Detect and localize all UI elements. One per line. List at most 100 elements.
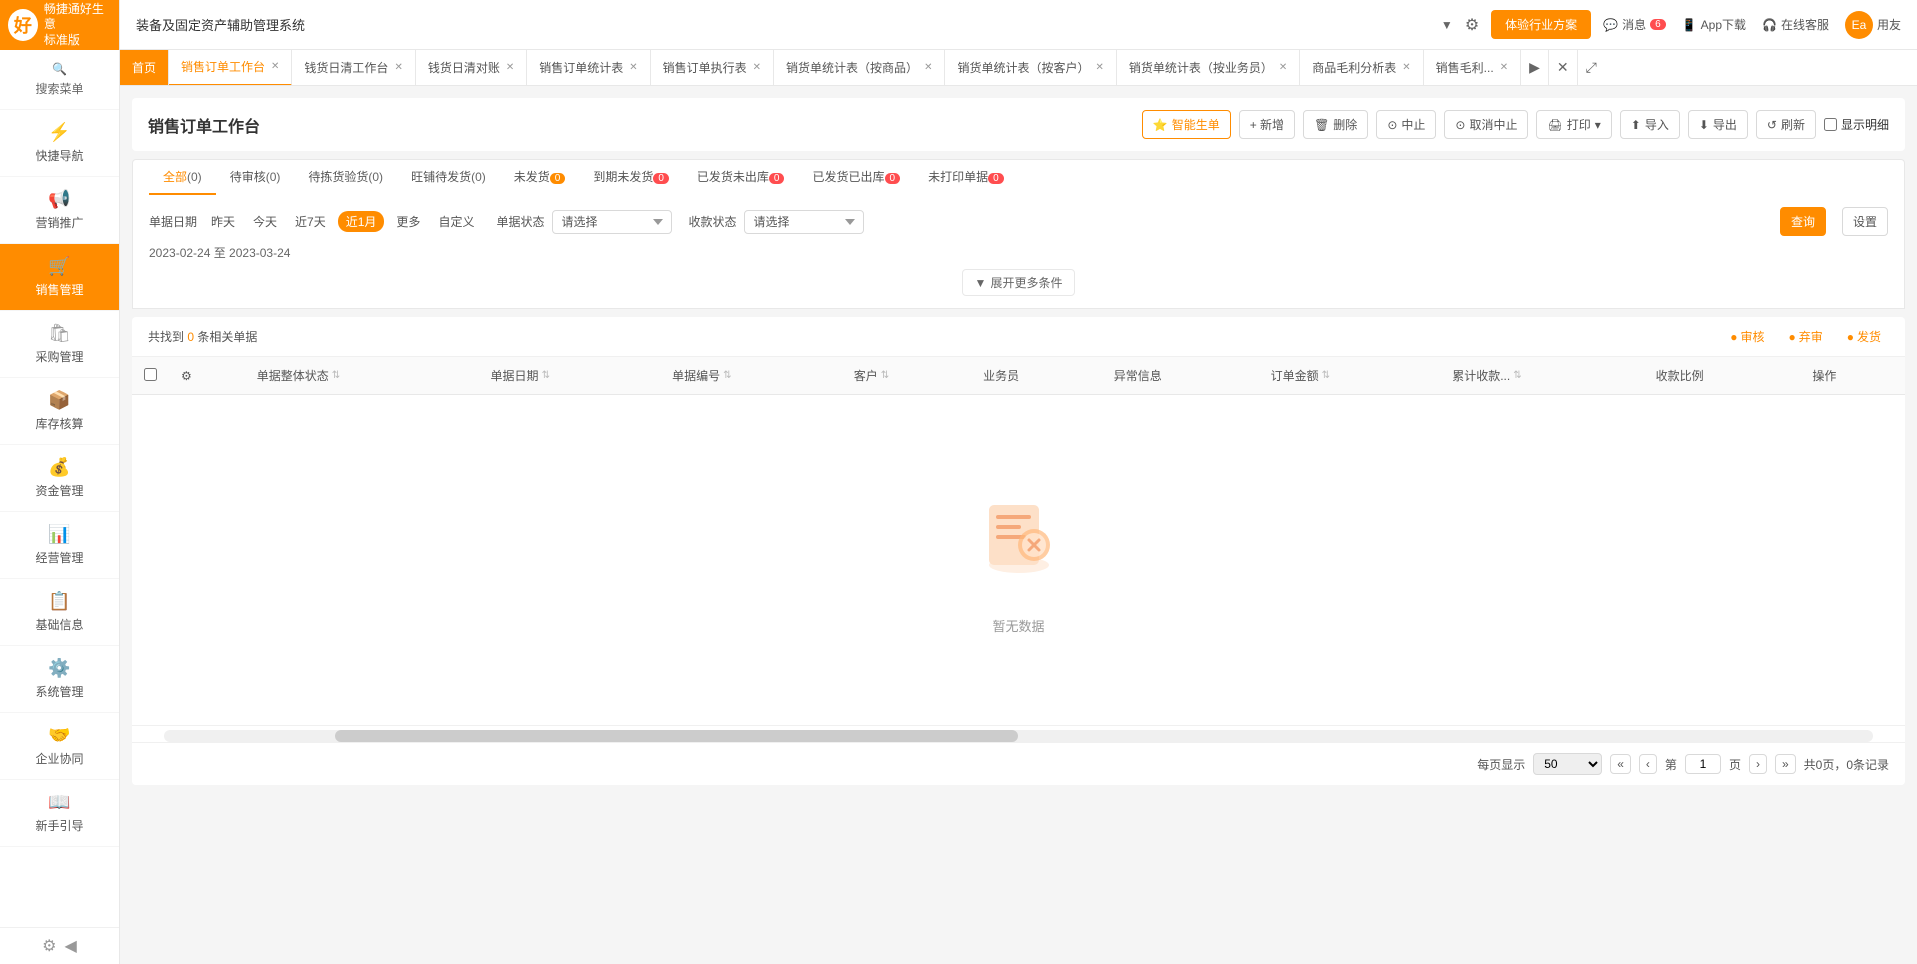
horizontal-scrollbar[interactable] (164, 730, 1873, 742)
tab-close-icon[interactable]: ✕ (1279, 62, 1287, 73)
collapse-btn[interactable]: ◀ (65, 936, 77, 956)
tab-close-icon[interactable]: ✕ (506, 62, 514, 73)
first-page-btn[interactable]: « (1610, 754, 1631, 774)
th-cumulative[interactable]: 累计收款... ⇅ (1440, 357, 1643, 395)
topbar-settings-icon[interactable]: ⚙ (1465, 15, 1479, 35)
tab-close-icon[interactable]: ✕ (1500, 62, 1508, 73)
th-amount-sort[interactable]: 订单金额 ⇅ (1271, 367, 1429, 384)
date-option-more[interactable]: 更多 (390, 211, 426, 232)
last-page-btn[interactable]: » (1775, 754, 1796, 774)
date-option-7days[interactable]: 近7天 (289, 211, 332, 232)
new-button[interactable]: + 新增 (1239, 110, 1295, 139)
tab-gross[interactable]: 商品毛利分析表 ✕ (1300, 50, 1423, 86)
filter-tab-shipped-not-out[interactable]: 已发货未出库0 (683, 160, 799, 195)
filter-tab-pending-review[interactable]: 待审核(0) (216, 160, 295, 195)
sidebar-item-operation[interactable]: 📊 经营管理 (0, 512, 119, 579)
tab-close-icon[interactable]: ✕ (394, 62, 402, 73)
filter-tab-wangpu[interactable]: 旺铺待发货(0) (397, 160, 500, 195)
date-option-today[interactable]: 今天 (247, 211, 283, 232)
sidebar-item-system[interactable]: ⚙️ 系统管理 (0, 646, 119, 713)
tab-summary-staff[interactable]: 销货单统计表（按业务员） ✕ (1117, 50, 1300, 86)
tab-close-icon[interactable]: ✕ (629, 62, 637, 73)
tab-close-icon[interactable]: ✕ (924, 62, 932, 73)
app-download-btn[interactable]: 📱 App下载 (1682, 16, 1746, 33)
settings-button[interactable]: 设置 (1842, 207, 1888, 236)
print-button[interactable]: 🖨 打印 ▾ (1536, 110, 1611, 139)
settings-footer-btn[interactable]: ⚙ (42, 936, 56, 956)
import-button[interactable]: ⬆ 导入 (1620, 110, 1680, 139)
th-cumulative-sort[interactable]: 累计收款... ⇅ (1452, 367, 1631, 384)
smart-order-button[interactable]: ⭐ 智能生单 (1142, 110, 1231, 139)
th-status[interactable]: 单据整体状态 ⇅ (245, 357, 479, 395)
date-option-yesterday[interactable]: 昨天 (205, 211, 241, 232)
tab-home[interactable]: 首页 (120, 50, 169, 86)
filter-tab-all[interactable]: 全部(0) (149, 160, 216, 195)
tab-summary-product[interactable]: 销货单统计表（按商品） ✕ (774, 50, 945, 86)
system-dropdown[interactable]: ▼ (1441, 18, 1453, 32)
sidebar-item-inventory[interactable]: 📦 库存核算 (0, 378, 119, 445)
cancel-stop-button[interactable]: ⊙ 取消中止 (1444, 110, 1528, 139)
sidebar-item-coop[interactable]: 🤝 企业协同 (0, 713, 119, 780)
tab-sales-exec[interactable]: 销售订单执行表 ✕ (651, 50, 774, 86)
tab-close-icon[interactable]: ✕ (271, 61, 279, 72)
next-page-btn[interactable]: › (1749, 754, 1767, 774)
tab-close-icon[interactable]: ✕ (1095, 62, 1103, 73)
tab-close-icon[interactable]: ✕ (1402, 62, 1410, 73)
expand-conditions-button[interactable]: ▼ 展开更多条件 (962, 269, 1076, 296)
show-detail-checkbox[interactable] (1824, 118, 1837, 131)
th-settings-icon[interactable]: ⚙ (181, 369, 192, 383)
status-select[interactable]: 请选择 (552, 210, 672, 234)
sidebar-item-purchase[interactable]: 🛍 采购管理 (0, 311, 119, 378)
prev-page-btn[interactable]: ‹ (1639, 754, 1657, 774)
query-button[interactable]: 查询 (1780, 207, 1826, 236)
tab-sales-detail[interactable]: 销售毛利... ✕ (1424, 50, 1521, 86)
tab-more-btn[interactable]: ▶ (1521, 50, 1549, 86)
th-date[interactable]: 单据日期 ⇅ (479, 357, 661, 395)
sidebar-item-guide[interactable]: 📖 新手引导 (0, 780, 119, 847)
ship-action-btn[interactable]: ● 发货 (1839, 325, 1889, 348)
tab-sales-order[interactable]: 销售订单工作台 ✕ (169, 50, 292, 86)
th-number-sort[interactable]: 单据编号 ⇅ (672, 367, 830, 384)
tab-fullscreen-btn[interactable]: ⤢ (1578, 50, 1605, 86)
date-option-1month[interactable]: 近1月 (338, 211, 385, 232)
show-detail-toggle[interactable]: 显示明细 (1824, 116, 1889, 133)
tab-sales-stats[interactable]: 销售订单统计表 ✕ (527, 50, 650, 86)
sidebar-item-quicknav[interactable]: ⚡ 快捷导航 (0, 110, 119, 177)
filter-tab-shipped-out[interactable]: 已发货已出库0 (798, 160, 914, 195)
filter-tab-unprinted[interactable]: 未打印单据0 (914, 160, 1018, 195)
th-status-sort[interactable]: 单据整体状态 ⇅ (257, 367, 467, 384)
sidebar-item-basic[interactable]: 📋 基础信息 (0, 579, 119, 646)
filter-tab-unshipped[interactable]: 未发货0 (500, 160, 580, 195)
export-button[interactable]: ⬇ 导出 (1688, 110, 1748, 139)
tab-summary-customer[interactable]: 销货单统计表（按客户） ✕ (945, 50, 1116, 86)
tab-cash-daily[interactable]: 钱货日清工作台 ✕ (292, 50, 415, 86)
sidebar-search[interactable]: 🔍 搜索菜单 (0, 50, 119, 110)
date-option-custom[interactable]: 自定义 (432, 211, 480, 232)
th-amount[interactable]: 订单金额 ⇅ (1259, 357, 1441, 395)
online-service-btn[interactable]: 🎧 在线客服 (1762, 16, 1829, 33)
sidebar-item-promo[interactable]: 📢 营销推广 (0, 177, 119, 244)
th-customer-sort[interactable]: 客户 ⇅ (854, 367, 959, 384)
payment-select[interactable]: 请选择 (744, 210, 864, 234)
page-input[interactable] (1685, 754, 1721, 774)
tab-cash-reconcile[interactable]: 钱货日清对账 ✕ (416, 50, 527, 86)
sidebar-item-sales[interactable]: 🛒 销售管理 (0, 244, 119, 311)
refresh-button[interactable]: ↺ 刷新 (1756, 110, 1816, 139)
filter-tab-expired[interactable]: 到期未发货0 (579, 160, 683, 195)
cancel-review-action-btn[interactable]: ● 弃审 (1780, 325, 1830, 348)
th-date-sort[interactable]: 单据日期 ⇅ (491, 367, 649, 384)
th-customer[interactable]: 客户 ⇅ (842, 357, 971, 395)
stop-button[interactable]: ⊙ 中止 (1376, 110, 1436, 139)
tab-close-icon[interactable]: ✕ (753, 62, 761, 73)
delete-button[interactable]: 🗑 删除 (1303, 110, 1368, 139)
message-btn[interactable]: 💬 消息 6 (1603, 16, 1666, 33)
select-all-checkbox[interactable] (144, 368, 157, 381)
solution-button[interactable]: 体验行业方案 (1491, 10, 1591, 39)
scrollbar-thumb[interactable] (335, 730, 1019, 742)
per-page-select[interactable]: 50 100 200 (1533, 753, 1602, 775)
user-menu[interactable]: Ea 用友 (1845, 11, 1901, 39)
tab-close-all-btn[interactable]: ✕ (1549, 50, 1578, 86)
th-number[interactable]: 单据编号 ⇅ (660, 357, 842, 395)
filter-tab-pending-inspect[interactable]: 待拣货验货(0) (294, 160, 397, 195)
review-action-btn[interactable]: ● 审核 (1722, 325, 1772, 348)
